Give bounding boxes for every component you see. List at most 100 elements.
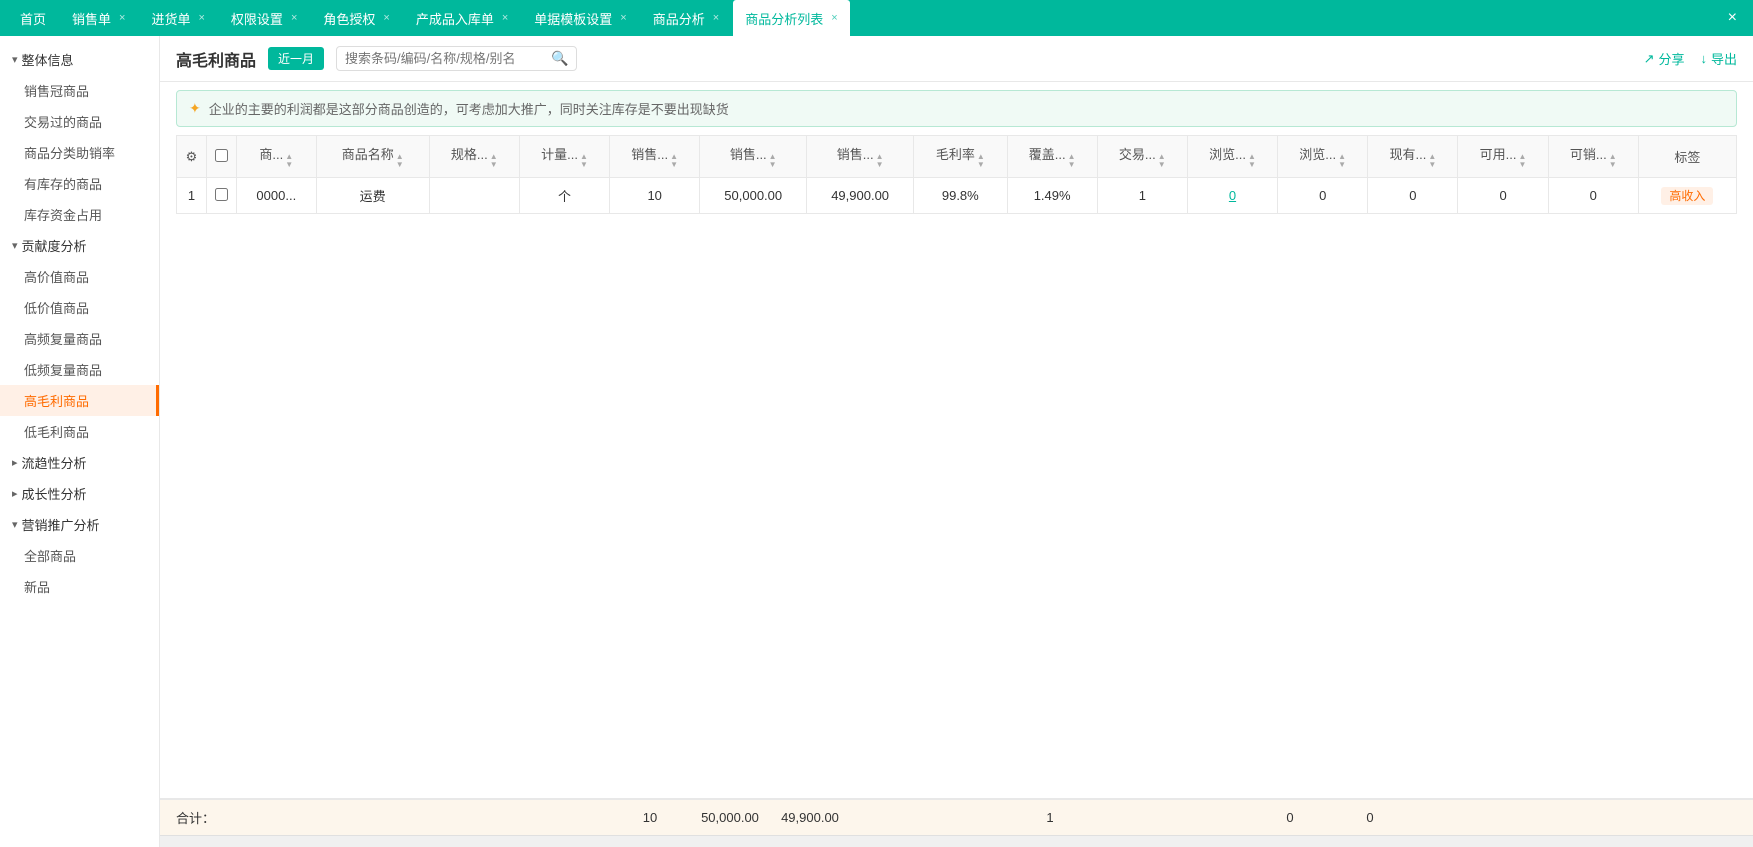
footer-label: 合计：	[176, 808, 216, 827]
col-header-sales-qty[interactable]: 销售...▲▼	[610, 136, 700, 178]
row-available-qty: 0	[1458, 178, 1548, 214]
search-icon[interactable]: 🔍	[551, 50, 568, 67]
col-header-browse1[interactable]: 浏览...▲▼	[1187, 136, 1277, 178]
nav-item-permission-settings[interactable]: 权限设置×	[219, 0, 309, 36]
nav-close-permission-settings[interactable]: ×	[291, 12, 297, 24]
sort-icon-gross-margin: ▲▼	[977, 153, 985, 169]
sidebar-group-overall-info[interactable]: ▾整体信息	[0, 44, 159, 75]
col-header-transaction[interactable]: 交易...▲▼	[1097, 136, 1187, 178]
search-input[interactable]	[345, 51, 545, 66]
browse-link[interactable]: 0	[1229, 188, 1236, 203]
sort-icon-unit: ▲▼	[580, 153, 588, 169]
footer-sales-amount: 50,000.00	[690, 810, 770, 825]
select-all-checkbox[interactable]	[215, 149, 228, 162]
footer-transaction: 1	[1010, 810, 1090, 825]
footer-coverage	[930, 810, 1010, 825]
col-header-gross-margin[interactable]: 毛利率▲▼	[914, 136, 1007, 178]
col-header-name[interactable]: 商品名称▲▼	[316, 136, 429, 178]
nav-close-product-entry[interactable]: ×	[502, 12, 508, 24]
row-checkbox[interactable]	[207, 178, 237, 214]
col-header-settings: ⚙	[177, 136, 207, 178]
sidebar-group-growth-analysis[interactable]: ▸ 成长性分析	[0, 478, 159, 509]
sort-icon-transaction: ▲▼	[1158, 153, 1166, 169]
footer-total: 合计： 10 50,000.00 49,900.00 1 0 0	[160, 798, 1753, 835]
sort-icon-current-qty: ▲▼	[1428, 153, 1436, 169]
sidebar-group-label-growth-analysis: 成长性分析	[22, 484, 87, 503]
arrow-right-icon: ▸	[12, 487, 18, 500]
footer-current-qty: 0	[1250, 810, 1330, 825]
col-header-coverage[interactable]: 覆盖...▲▼	[1007, 136, 1097, 178]
col-header-sales-profit[interactable]: 销售...▲▼	[807, 136, 914, 178]
col-header-available-qty[interactable]: 可用...▲▼	[1458, 136, 1548, 178]
col-header-current-qty[interactable]: 现有...▲▼	[1368, 136, 1458, 178]
footer-sales-qty: 10	[610, 810, 690, 825]
nav-close-product-analysis[interactable]: ×	[713, 12, 719, 24]
col-header-sales-amount[interactable]: 销售...▲▼	[700, 136, 807, 178]
nav-item-role-permission[interactable]: 角色授权×	[311, 0, 401, 36]
nav-item-product-analysis-list[interactable]: 商品分析列表×	[733, 0, 849, 36]
nav-close-sales-order[interactable]: ×	[119, 12, 125, 24]
sidebar-item-sales-best[interactable]: 销售冠商品	[0, 75, 159, 106]
sidebar-item-low-freq[interactable]: 低频复量商品	[0, 354, 159, 385]
share-button[interactable]: ↗ 分享	[1644, 49, 1685, 68]
col-header-code[interactable]: 商...▲▼	[237, 136, 317, 178]
footer-browse1	[1090, 810, 1170, 825]
sidebar-item-high-margin[interactable]: 高毛利商品	[0, 385, 159, 416]
sidebar-item-low-value[interactable]: 低价值商品	[0, 292, 159, 323]
row-select-checkbox[interactable]	[215, 188, 228, 201]
sidebar-item-high-value[interactable]: 高价值商品	[0, 261, 159, 292]
nav-item-purchase-order[interactable]: 进货单×	[139, 0, 216, 36]
nav-close-role-permission[interactable]: ×	[383, 12, 389, 24]
sidebar-group-label-overall-info: 整体信息	[22, 50, 74, 69]
sort-icon-spec: ▲▼	[490, 153, 498, 169]
footer-gross-margin	[850, 810, 930, 825]
row-browse1[interactable]: 0	[1187, 178, 1277, 214]
close-all-tabs-button[interactable]: ×	[1720, 9, 1745, 27]
footer-unit	[550, 810, 610, 825]
sidebar-item-new-products[interactable]: 新品	[0, 571, 159, 602]
footer-spacer2	[260, 810, 290, 825]
sidebar-group-profit-analysis[interactable]: ▾贡献度分析	[0, 230, 159, 261]
sidebar-item-capital-usage[interactable]: 库存资金占用	[0, 199, 159, 230]
footer-code	[290, 810, 360, 825]
table-container[interactable]: ⚙商...▲▼商品名称▲▼规格...▲▼计量...▲▼销售...▲▼销售...▲…	[160, 135, 1753, 798]
nav-item-product-entry[interactable]: 产成品入库单×	[404, 0, 520, 36]
info-icon: ✦	[189, 100, 201, 117]
export-icon: ↓	[1700, 51, 1707, 66]
nav-item-order-template[interactable]: 单据模板设置×	[522, 0, 638, 36]
sidebar-item-in-stock[interactable]: 有库存的商品	[0, 168, 159, 199]
col-header-saleable-qty[interactable]: 可销...▲▼	[1548, 136, 1638, 178]
export-button[interactable]: ↓ 导出	[1700, 49, 1737, 68]
sidebar-group-label-marketing-analysis: 营销推广分析	[22, 515, 100, 534]
footer-sales-profit: 49,900.00	[770, 810, 850, 825]
sidebar-item-all-products[interactable]: 全部商品	[0, 540, 159, 571]
nav-close-product-analysis-list[interactable]: ×	[831, 12, 837, 24]
share-icon: ↗	[1644, 51, 1655, 67]
col-header-checkbox	[207, 136, 237, 178]
sidebar-group-marketing-analysis[interactable]: ▾营销推广分析	[0, 509, 159, 540]
row-name: 运费	[316, 178, 429, 214]
arrow-right-icon: ▸	[12, 456, 18, 469]
sidebar-item-traded[interactable]: 交易过的商品	[0, 106, 159, 137]
content-header: 高毛利商品 近一月 🔍 ↗ 分享 ↓ 导出	[160, 36, 1753, 82]
period-button[interactable]: 近一月	[268, 47, 324, 70]
sort-icon-code: ▲▼	[285, 153, 293, 169]
nav-item-product-analysis[interactable]: 商品分析×	[641, 0, 731, 36]
col-header-browse2[interactable]: 浏览...▲▼	[1278, 136, 1368, 178]
sidebar-item-low-margin[interactable]: 低毛利商品	[0, 416, 159, 447]
nav-item-sales-order[interactable]: 销售单×	[60, 0, 137, 36]
sort-icon-available-qty: ▲▼	[1519, 153, 1527, 169]
nav-close-purchase-order[interactable]: ×	[198, 12, 204, 24]
content-area: 高毛利商品 近一月 🔍 ↗ 分享 ↓ 导出 ✦ 企业的主要的利润都是这部分商品创…	[160, 36, 1753, 847]
sidebar-item-product-contribution[interactable]: 商品分类助销率	[0, 137, 159, 168]
sidebar-item-high-freq[interactable]: 高频复量商品	[0, 323, 159, 354]
sort-icon-sales-qty: ▲▼	[670, 153, 678, 169]
col-header-spec[interactable]: 规格...▲▼	[429, 136, 519, 178]
footer-browse2	[1170, 810, 1250, 825]
horizontal-scrollbar[interactable]	[160, 835, 1753, 847]
col-header-unit[interactable]: 计量...▲▼	[519, 136, 609, 178]
sidebar-group-trend-analysis[interactable]: ▸流趋性分析	[0, 447, 159, 478]
nav-item-home[interactable]: 首页	[8, 0, 58, 36]
nav-close-order-template[interactable]: ×	[620, 12, 626, 24]
footer-saleable-qty	[1410, 810, 1490, 825]
